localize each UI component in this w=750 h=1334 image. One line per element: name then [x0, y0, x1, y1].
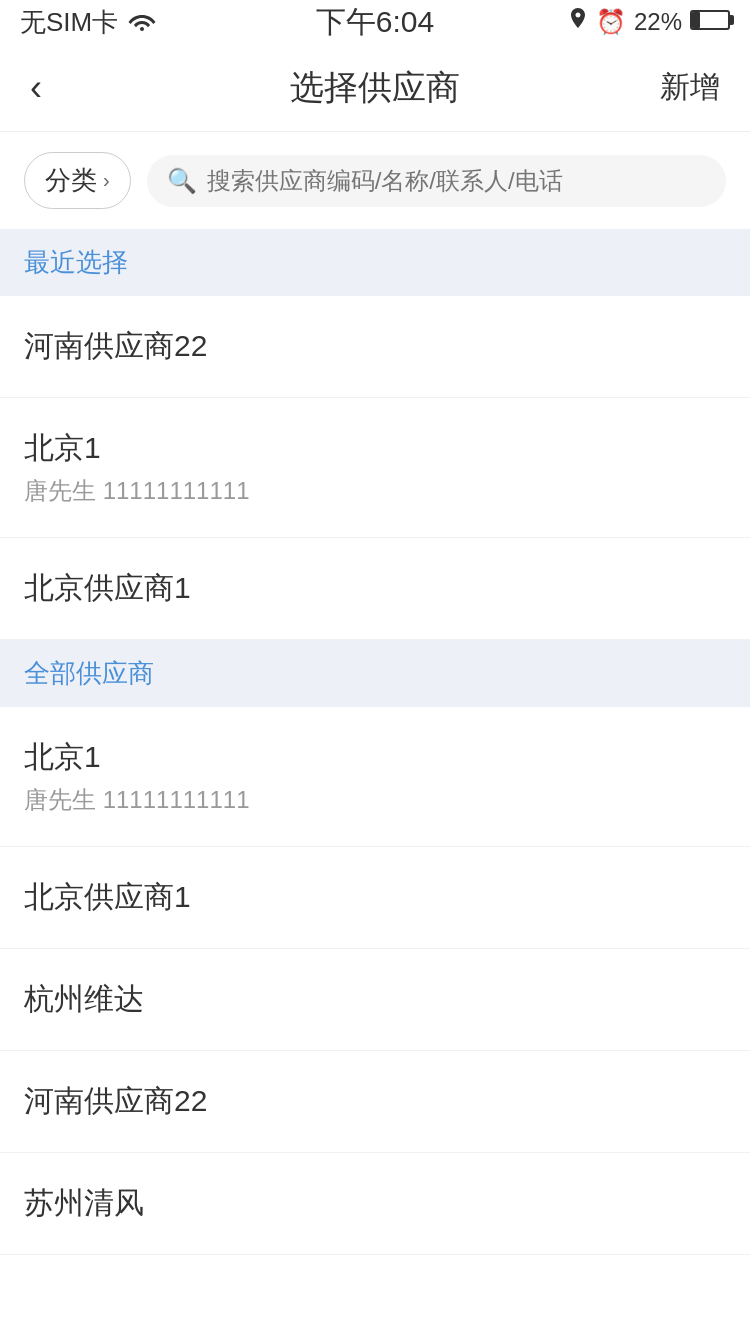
- recent-list: 河南供应商22 北京1 唐先生 11111111111 北京供应商1: [0, 296, 750, 640]
- search-input[interactable]: [207, 167, 706, 195]
- item-name: 苏州清风: [24, 1183, 726, 1224]
- recent-section-label: 最近选择: [24, 247, 128, 277]
- list-item[interactable]: 河南供应商22: [0, 296, 750, 398]
- status-time: 下午6:04: [316, 2, 434, 43]
- back-button[interactable]: ‹: [30, 67, 90, 109]
- search-box: 🔍: [147, 155, 726, 207]
- item-name: 北京1: [24, 737, 726, 778]
- search-icon: 🔍: [167, 167, 197, 195]
- filter-bar: 分类 › 🔍: [0, 132, 750, 229]
- item-name: 河南供应商22: [24, 326, 726, 367]
- status-bar: 无SIM卡 下午6:04 ⏰ 22%: [0, 0, 750, 44]
- chevron-right-icon: ›: [103, 169, 110, 192]
- all-section-label: 全部供应商: [24, 658, 154, 688]
- category-button[interactable]: 分类 ›: [24, 152, 131, 209]
- status-left: 无SIM卡: [20, 5, 156, 40]
- item-sub: 唐先生 11111111111: [24, 784, 726, 816]
- list-item[interactable]: 北京供应商1: [0, 847, 750, 949]
- item-name: 杭州维达: [24, 979, 726, 1020]
- item-name: 北京供应商1: [24, 568, 726, 609]
- sim-status: 无SIM卡: [20, 5, 118, 40]
- location-icon: [568, 8, 588, 36]
- all-section-header: 全部供应商: [0, 640, 750, 707]
- list-item[interactable]: 杭州维达: [0, 949, 750, 1051]
- list-item[interactable]: 河南供应商22: [0, 1051, 750, 1153]
- page-title: 选择供应商: [290, 65, 460, 111]
- category-label: 分类: [45, 163, 97, 198]
- list-item[interactable]: 北京1 唐先生 11111111111: [0, 398, 750, 538]
- list-item[interactable]: 北京供应商1: [0, 538, 750, 640]
- recent-section-header: 最近选择: [0, 229, 750, 296]
- alarm-icon: ⏰: [596, 8, 626, 36]
- list-item[interactable]: 北京1 唐先生 11111111111: [0, 707, 750, 847]
- item-name: 北京1: [24, 428, 726, 469]
- item-name: 北京供应商1: [24, 877, 726, 918]
- battery-percent: 22%: [634, 8, 682, 36]
- item-sub: 唐先生 11111111111: [24, 475, 726, 507]
- item-name: 河南供应商22: [24, 1081, 726, 1122]
- all-list: 北京1 唐先生 11111111111 北京供应商1 杭州维达 河南供应商22 …: [0, 707, 750, 1255]
- add-button[interactable]: 新增: [660, 67, 720, 108]
- battery-icon: [690, 8, 730, 36]
- status-right: ⏰ 22%: [568, 8, 730, 36]
- wifi-icon: [128, 7, 156, 38]
- nav-bar: ‹ 选择供应商 新增: [0, 44, 750, 132]
- list-item[interactable]: 苏州清风: [0, 1153, 750, 1255]
